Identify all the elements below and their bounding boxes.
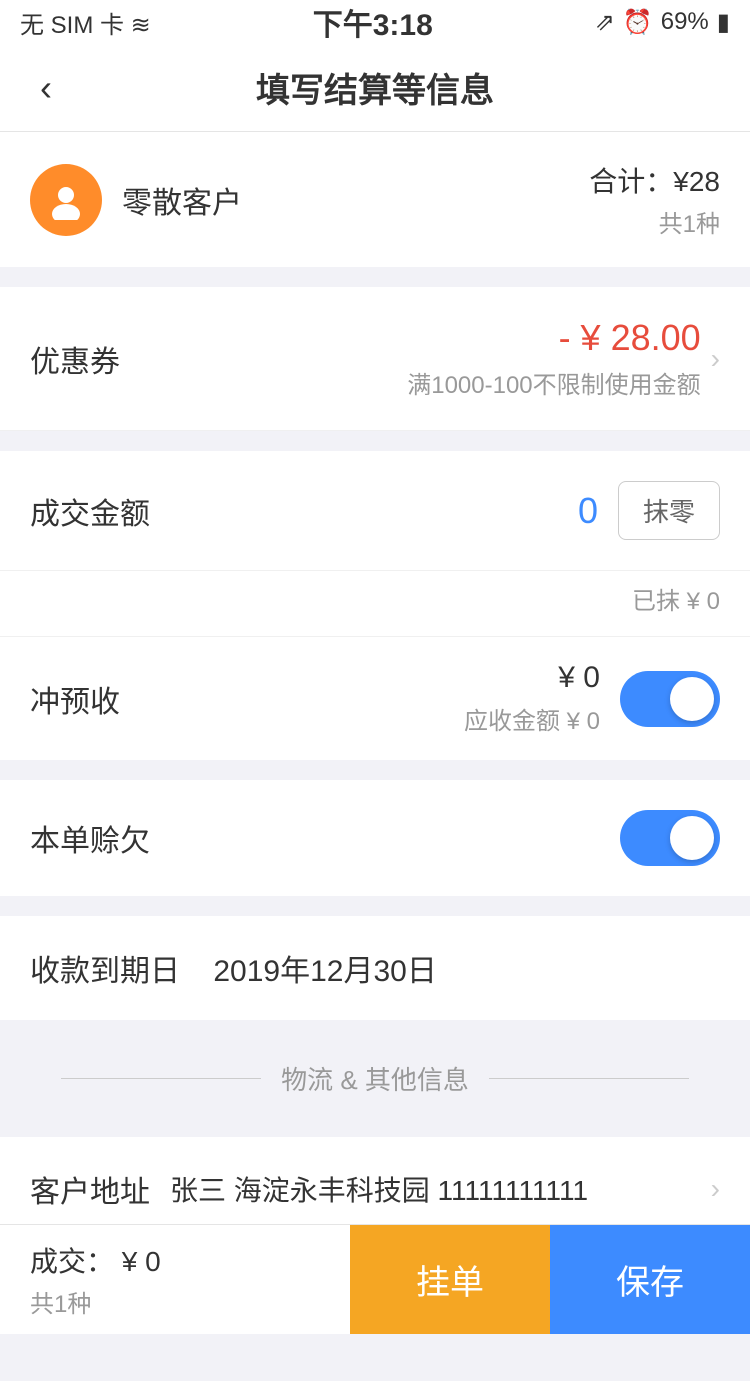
bottom-count: 共1种 — [30, 1284, 320, 1319]
debt-label: 本单赊欠 — [30, 816, 150, 860]
prepaid-toggle[interactable] — [620, 671, 720, 727]
coupon-discount: - ¥ 28.00 — [407, 317, 700, 359]
amount-right: 0 抹零 — [518, 481, 720, 540]
coupon-sub: 满1000-100不限制使用金额 — [407, 365, 700, 400]
amount-section: 成交金额 0 抹零 已抹 ¥ 0 冲预收 ¥ 0 应收金额 ¥ 0 — [0, 451, 750, 760]
bottom-deal-amount: ¥ 0 — [122, 1246, 161, 1277]
alarm-icon: ⏰ — [623, 8, 653, 37]
location-icon: ⇗ — [595, 8, 615, 37]
due-date-section: 收款到期日 2019年12月30日 — [0, 916, 750, 1020]
status-left: 无 SIM 卡 ≋ — [20, 5, 151, 40]
prepaid-label: 冲预收 — [30, 677, 120, 721]
divider-line-left — [61, 1078, 261, 1079]
amount-sub-row: 已抹 ¥ 0 — [0, 571, 750, 636]
prepaid-amount: ¥ 0 — [464, 661, 600, 695]
logistics-label: 物流 & 其他信息 — [0, 1040, 750, 1117]
status-right: ⇗ ⏰ 69% ▮ — [595, 8, 730, 37]
due-date-label: 收款到期日 2019年12月30日 — [30, 955, 437, 988]
customer-total: 合计：¥28 — [589, 160, 720, 200]
logistics-divider: 物流 & 其他信息 — [0, 1040, 750, 1117]
battery-icon: ▮ — [717, 8, 730, 37]
sim-label: 无 SIM 卡 ≋ — [20, 5, 151, 40]
save-button[interactable]: 保存 — [550, 1225, 750, 1334]
prepaid-sub: 应收金额 ¥ 0 — [464, 701, 600, 736]
hold-button[interactable]: 挂单 — [350, 1225, 550, 1334]
amount-already-rounded: 已抹 ¥ 0 — [632, 581, 720, 616]
nav-bar: ‹ 填写结算等信息 — [0, 44, 750, 132]
round-zero-button[interactable]: 抹零 — [618, 481, 720, 540]
coupon-chevron-icon: › — [711, 343, 720, 375]
customer-row: 零散客户 合计：¥28 共1种 — [0, 132, 750, 267]
coupon-section[interactable]: 优惠券 - ¥ 28.00 满1000-100不限制使用金额 › — [0, 287, 750, 431]
avatar — [30, 164, 102, 236]
bottom-bar: 成交： ¥ 0 共1种 挂单 保存 — [0, 1224, 750, 1334]
divider-line-right — [489, 1078, 689, 1079]
bottom-deal-label: 成交： — [30, 1246, 114, 1277]
debt-section: 本单赊欠 — [0, 780, 750, 896]
coupon-row[interactable]: 优惠券 - ¥ 28.00 满1000-100不限制使用金额 › — [0, 287, 750, 431]
coupon-right: - ¥ 28.00 满1000-100不限制使用金额 — [407, 317, 700, 400]
amount-label: 成交金额 — [30, 489, 150, 533]
amount-input[interactable]: 0 — [518, 490, 598, 532]
customer-name: 零散客户 — [122, 178, 242, 222]
bottom-deal: 成交： ¥ 0 — [30, 1240, 320, 1280]
prepaid-right: ¥ 0 应收金额 ¥ 0 — [464, 661, 720, 736]
page-title: 填写结算等信息 — [256, 63, 494, 112]
back-button[interactable]: ‹ — [30, 57, 62, 119]
debt-toggle[interactable] — [620, 810, 720, 866]
customer-count: 共1种 — [589, 204, 720, 239]
battery-label: 69% — [661, 8, 709, 36]
address-value: 张三 海淀永丰科技园 11111111111 — [170, 1169, 701, 1209]
status-bar: 无 SIM 卡 ≋ 下午3:18 ⇗ ⏰ 69% ▮ — [0, 0, 750, 44]
customer-info: 零散客户 — [30, 164, 242, 236]
due-date-value: 2019年12月30日 — [213, 955, 436, 988]
bottom-info: 成交： ¥ 0 共1种 — [0, 1225, 350, 1334]
prepaid-row: 冲预收 ¥ 0 应收金额 ¥ 0 — [0, 636, 750, 760]
address-chevron-icon: › — [711, 1173, 720, 1205]
coupon-label: 优惠券 — [30, 337, 120, 381]
content: 零散客户 合计：¥28 共1种 优惠券 - ¥ 28.00 满1000-100不… — [0, 132, 750, 1381]
prepaid-amounts: ¥ 0 应收金额 ¥ 0 — [464, 661, 600, 736]
status-time: 下午3:18 — [313, 0, 433, 44]
customer-summary: 合计：¥28 共1种 — [589, 160, 720, 239]
amount-row: 成交金额 0 抹零 — [0, 451, 750, 571]
address-label: 客户地址 — [30, 1167, 150, 1211]
